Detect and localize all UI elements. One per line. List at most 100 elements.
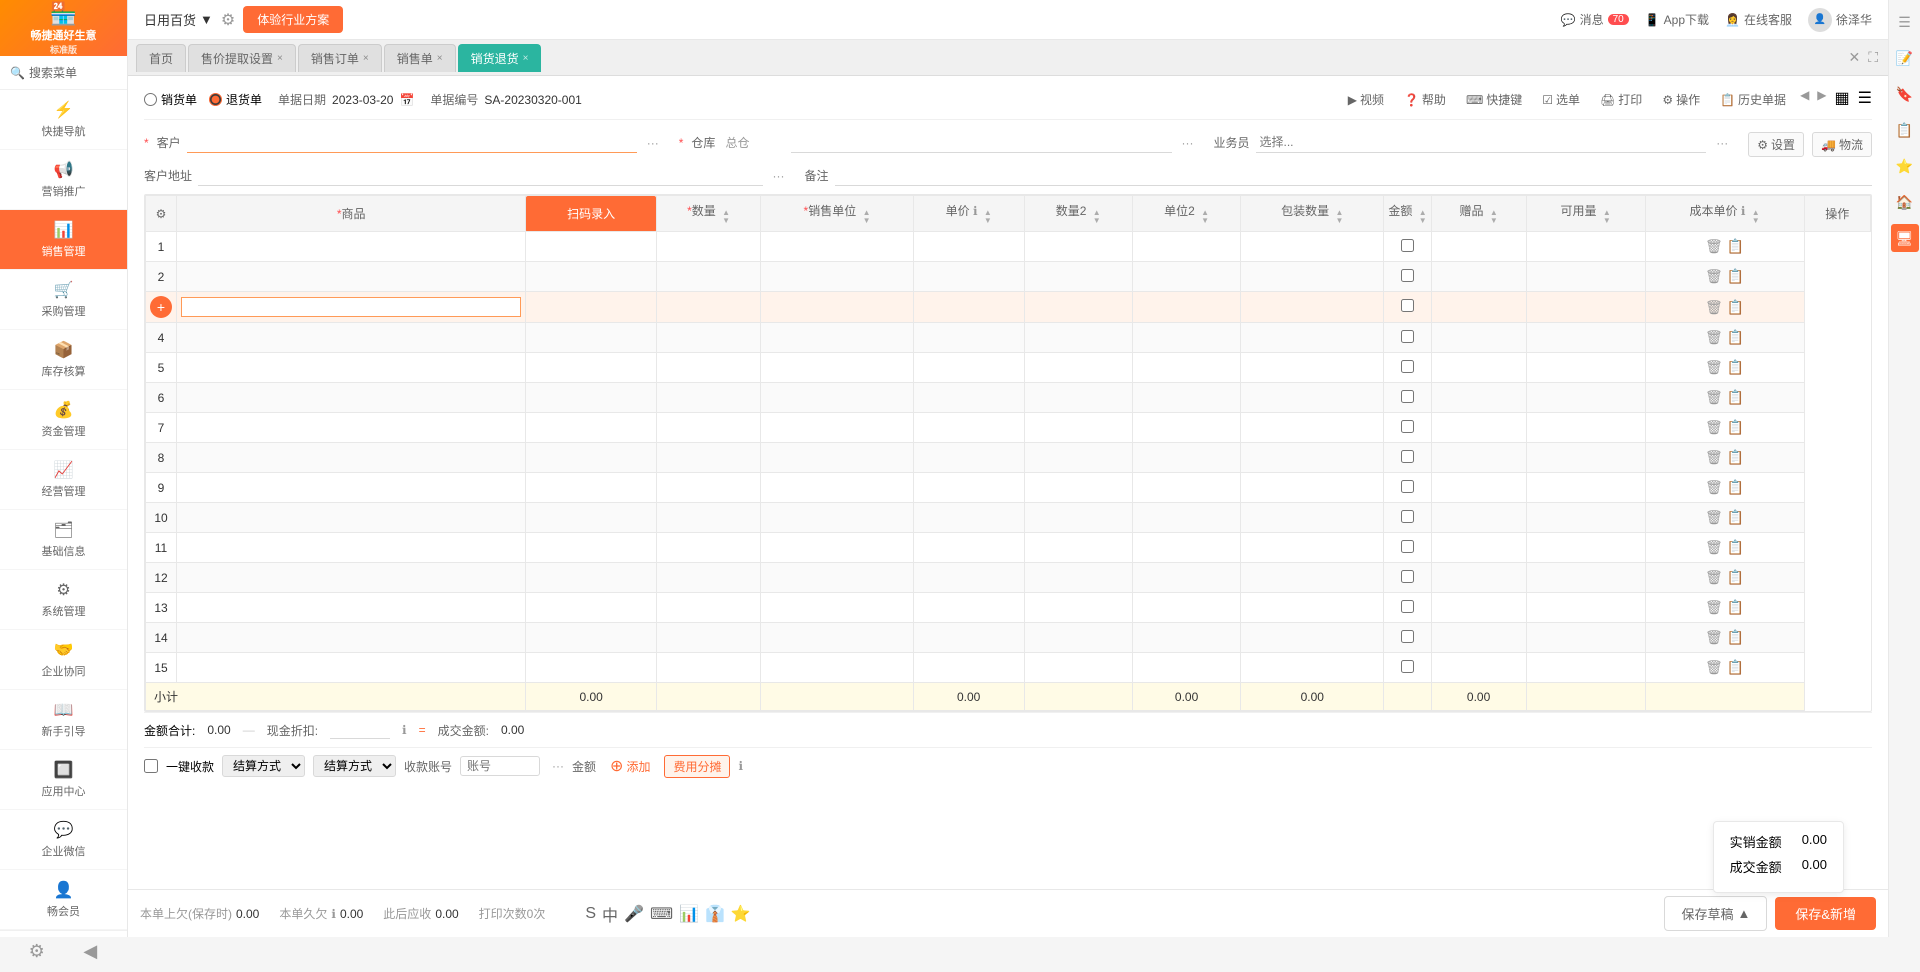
- gift-cell[interactable]: [1384, 473, 1431, 503]
- delete-row-button[interactable]: 🗑: [1703, 627, 1725, 648]
- costprice-sorter[interactable]: ▲▼: [1752, 209, 1760, 225]
- delete-row-button[interactable]: 🗑: [1703, 417, 1725, 438]
- empty-cell[interactable]: [656, 533, 760, 563]
- empty-cell[interactable]: [761, 292, 914, 323]
- gift-cell[interactable]: [1384, 623, 1431, 653]
- copy-row-button[interactable]: 📋: [1725, 357, 1746, 378]
- gift-cell[interactable]: [1384, 533, 1431, 563]
- settings-action-btn[interactable]: ⚙ 设置: [1748, 132, 1804, 157]
- empty-cell[interactable]: [526, 353, 657, 383]
- empty-cell[interactable]: [1132, 593, 1240, 623]
- qty-sorter[interactable]: ▲▼: [722, 209, 730, 225]
- gift-checkbox[interactable]: [1401, 540, 1414, 553]
- return-radio-input[interactable]: [209, 93, 222, 106]
- gift-checkbox[interactable]: [1401, 420, 1414, 433]
- empty-cell[interactable]: [526, 473, 657, 503]
- empty-cell[interactable]: [761, 232, 914, 262]
- empty-cell[interactable]: [761, 653, 914, 683]
- gift-checkbox[interactable]: [1401, 480, 1414, 493]
- empty-cell[interactable]: [913, 653, 1024, 683]
- empty-cell[interactable]: [761, 353, 914, 383]
- copy-row-button[interactable]: 📋: [1725, 627, 1746, 648]
- empty-cell[interactable]: [913, 262, 1024, 292]
- cost-price-cell[interactable]: [1526, 533, 1645, 563]
- available-cell[interactable]: [1431, 323, 1526, 353]
- empty-cell[interactable]: [526, 623, 657, 653]
- cost-price-cell[interactable]: [1526, 413, 1645, 443]
- product-cell[interactable]: [177, 323, 526, 353]
- add-payment-btn[interactable]: ⊕ 添加: [604, 754, 656, 778]
- product-cell[interactable]: [177, 443, 526, 473]
- packqty-sorter[interactable]: ▲▼: [1336, 209, 1344, 225]
- nav-prev-icon[interactable]: ◀: [1800, 88, 1809, 111]
- empty-cell[interactable]: [913, 473, 1024, 503]
- breadcrumb-select[interactable]: 日用百货 ▼: [144, 10, 213, 29]
- empty-cell[interactable]: [1024, 262, 1132, 292]
- right-panel-icon-6[interactable]: 🏠: [1891, 188, 1919, 216]
- delete-row-button[interactable]: 🗑: [1703, 507, 1725, 528]
- gift-sorter[interactable]: ▲▼: [1490, 209, 1498, 225]
- empty-cell[interactable]: [1024, 443, 1132, 473]
- empty-cell[interactable]: [1241, 443, 1384, 473]
- empty-cell[interactable]: [913, 593, 1024, 623]
- product-cell[interactable]: [177, 473, 526, 503]
- logistics-action-btn[interactable]: 🚚 物流: [1812, 132, 1872, 157]
- warehouse-input[interactable]: [791, 132, 1171, 153]
- copy-row-button[interactable]: 📋: [1725, 266, 1746, 287]
- tab-maximize-button[interactable]: ⛶: [1866, 47, 1880, 68]
- add-row-button[interactable]: +: [150, 296, 172, 318]
- gift-cell[interactable]: [1384, 653, 1431, 683]
- empty-cell[interactable]: [761, 413, 914, 443]
- available-cell[interactable]: [1431, 653, 1526, 683]
- cost-price-cell[interactable]: [1526, 323, 1645, 353]
- empty-cell[interactable]: [1241, 593, 1384, 623]
- gift-cell[interactable]: [1384, 563, 1431, 593]
- delete-row-button[interactable]: 🗑: [1703, 236, 1725, 257]
- gift-checkbox[interactable]: [1401, 660, 1414, 673]
- video-btn[interactable]: ▶ 视频: [1342, 88, 1390, 111]
- available-cell[interactable]: [1431, 533, 1526, 563]
- empty-cell[interactable]: [913, 563, 1024, 593]
- sidebar-item-search[interactable]: 🔍 搜索菜单: [0, 56, 127, 90]
- gift-cell[interactable]: [1384, 443, 1431, 473]
- available-cell[interactable]: [1431, 413, 1526, 443]
- empty-cell[interactable]: [913, 503, 1024, 533]
- gift-checkbox[interactable]: [1401, 600, 1414, 613]
- tab-close-all-button[interactable]: ✕: [1846, 47, 1862, 68]
- cost-price-cell[interactable]: [1526, 443, 1645, 473]
- account-more-icon[interactable]: ···: [552, 759, 564, 773]
- empty-cell[interactable]: [913, 232, 1024, 262]
- empty-cell[interactable]: [1132, 443, 1240, 473]
- copy-row-button[interactable]: 📋: [1725, 657, 1746, 678]
- sidebar-item-enterprise[interactable]: 🤝 企业协同: [0, 630, 127, 690]
- print-btn[interactable]: 🖨 打印: [1594, 88, 1648, 111]
- cost-price-cell[interactable]: [1526, 593, 1645, 623]
- empty-cell[interactable]: [1241, 503, 1384, 533]
- empty-cell[interactable]: [656, 353, 760, 383]
- gift-checkbox[interactable]: [1401, 269, 1414, 282]
- copy-row-button[interactable]: 📋: [1725, 537, 1746, 558]
- copy-row-button[interactable]: 📋: [1725, 567, 1746, 588]
- tab-sale-return-close[interactable]: ×: [523, 53, 529, 64]
- app-download-button[interactable]: 📱 App下载: [1645, 11, 1709, 28]
- account-input[interactable]: [460, 756, 540, 776]
- available-cell[interactable]: [1431, 262, 1526, 292]
- fee-split-info-icon[interactable]: ℹ: [738, 759, 743, 773]
- unit-sorter[interactable]: ▲▼: [863, 209, 871, 225]
- empty-cell[interactable]: [761, 503, 914, 533]
- empty-cell[interactable]: [1024, 383, 1132, 413]
- product-cell[interactable]: [177, 383, 526, 413]
- single-debt-icon[interactable]: ℹ: [331, 907, 336, 921]
- gift-checkbox[interactable]: [1401, 510, 1414, 523]
- available-cell[interactable]: [1431, 232, 1526, 262]
- gift-checkbox[interactable]: [1401, 390, 1414, 403]
- help-btn[interactable]: ❓ 帮助: [1398, 88, 1452, 111]
- empty-cell[interactable]: [656, 292, 760, 323]
- amount-sorter[interactable]: ▲▼: [1419, 209, 1427, 225]
- shortcut-keys-btn[interactable]: ⌨ 快捷键: [1460, 88, 1528, 111]
- empty-cell[interactable]: [1132, 232, 1240, 262]
- available-cell[interactable]: [1431, 353, 1526, 383]
- copy-row-button[interactable]: 📋: [1725, 447, 1746, 468]
- delete-row-button[interactable]: 🗑: [1703, 387, 1725, 408]
- available-cell[interactable]: [1431, 292, 1526, 323]
